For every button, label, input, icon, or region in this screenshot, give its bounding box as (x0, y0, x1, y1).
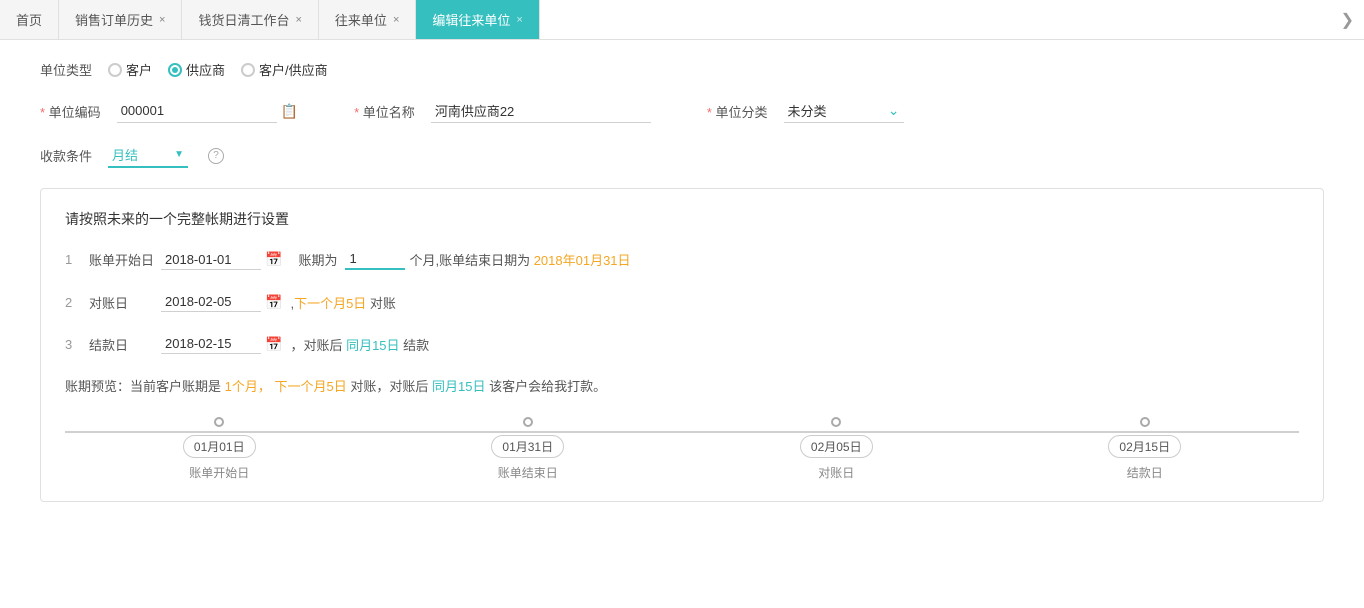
tab-home[interactable]: 首页 (0, 0, 59, 39)
period-months-input[interactable] (345, 249, 405, 270)
unit-info-row: 单位编码 📋 单位名称 单位分类 未分类 ⌄ (40, 99, 1324, 123)
radio-both[interactable]: 客户/供应商 (241, 60, 328, 79)
main-content: 单位类型 客户供应商客户/供应商 单位编码 📋 单位名称 单位分类 未分类 ⌄ … (0, 40, 1364, 608)
timeline-date-2: 02月05日 (800, 435, 873, 458)
unit-category-value: 未分类 (788, 101, 882, 120)
unit-type-radio-group: 客户 供应商 客户/供应商 (108, 60, 328, 79)
preview-middle: 对账，对账后 (350, 379, 432, 394)
period-num-2: 2 (65, 295, 89, 310)
tab-close-icon-edit-partner[interactable]: × (516, 14, 522, 26)
timeline-label-3: 结款日 (1127, 464, 1163, 481)
timeline-dot-1 (523, 417, 533, 427)
period-label-2: 对账日 (89, 293, 161, 312)
timeline: 01月01日账单开始日01月31日账单结束日02月05日对账日02月15日结款日 (65, 417, 1299, 481)
calendar-icon-1[interactable]: 📅 (265, 251, 282, 268)
tab-close-icon-cash-work[interactable]: × (295, 14, 301, 26)
unit-category-label: 单位分类 (707, 102, 768, 121)
timeline-date-3: 02月15日 (1108, 435, 1181, 458)
tab-label-cash-work: 钱货日清工作台 (198, 10, 289, 29)
radio-label-customer: 客户 (126, 60, 152, 79)
period-label-1: 账单开始日 (89, 250, 161, 269)
timeline-item-0: 01月01日账单开始日 (65, 417, 374, 481)
unit-type-row: 单位类型 客户 供应商 客户/供应商 (40, 60, 1324, 79)
calendar-icon-3[interactable]: 📅 (265, 336, 282, 353)
tab-arrow-right[interactable]: ❯ (1331, 0, 1364, 39)
unit-code-label: 单位编码 (40, 102, 101, 121)
copy-icon[interactable]: 📋 (281, 103, 298, 120)
radio-circle-both (241, 63, 255, 77)
period-num-3: 3 (65, 337, 89, 352)
radio-customer[interactable]: 客户 (108, 60, 152, 79)
period-suffix-after-1: 个月,账单结束日期为 2018年01月31日 (409, 250, 630, 269)
period-highlight-2: 下一个月5日 (294, 296, 366, 311)
period-highlight-3: 同月15日 (346, 338, 399, 353)
preview-part3: 同月15日 (432, 379, 485, 394)
timeline-dot-3 (1140, 417, 1150, 427)
unit-code-input[interactable] (117, 99, 277, 123)
period-suffix-before-1: 账期为 (298, 250, 337, 269)
period-date-3[interactable] (161, 334, 261, 354)
period-suffix-2: ,下一个月5日 对账 (290, 293, 395, 312)
period-row-3: 3 结款日 📅 ，对账后 同月15日 结款 (65, 334, 1299, 354)
payment-condition-value: 月结 (112, 145, 168, 164)
period-row-1: 1 账单开始日 📅 账期为 个月,账单结束日期为 2018年01月31日 (65, 249, 1299, 270)
period-end-date-1: 2018年01月31日 (534, 253, 631, 268)
tab-label-home: 首页 (16, 10, 42, 29)
preview-prefix: 账期预览：当前客户账期是 (65, 379, 221, 394)
preview-part2: 下一个月5日 (275, 379, 347, 394)
timeline-item-1: 01月31日账单结束日 (374, 417, 683, 481)
payment-condition-label: 收款条件 (40, 146, 92, 165)
timeline-label-0: 账单开始日 (189, 464, 249, 481)
timeline-item-3: 02月15日结款日 (991, 417, 1300, 481)
unit-category-arrow-icon: ⌄ (888, 102, 900, 119)
radio-circle-customer (108, 63, 122, 77)
period-row-2: 2 对账日 📅 ,下一个月5日 对账 (65, 292, 1299, 312)
preview-text: 账期预览：当前客户账期是 1个月， 下一个月5日 对账，对账后 同月15日 该客… (65, 376, 1299, 395)
period-date-2[interactable] (161, 292, 261, 312)
help-icon[interactable]: ? (208, 148, 224, 164)
timeline-label-2: 对账日 (818, 464, 854, 481)
period-date-1[interactable] (161, 250, 261, 270)
payment-condition-arrow-icon: ▼ (174, 149, 184, 160)
radio-circle-supplier (168, 63, 182, 77)
period-box: 请按照未来的一个完整帐期进行设置 1 账单开始日 📅 账期为 个月,账单结束日期… (40, 188, 1324, 502)
timeline-dot-2 (831, 417, 841, 427)
unit-name-label: 单位名称 (354, 102, 415, 121)
timeline-item-2: 02月05日对账日 (682, 417, 991, 481)
preview-section: 账期预览：当前客户账期是 1个月， 下一个月5日 对账，对账后 同月15日 该客… (65, 376, 1299, 481)
period-title: 请按照未来的一个完整帐期进行设置 (65, 209, 1299, 229)
tab-partner-list[interactable]: 往来单位 × (319, 0, 416, 39)
timeline-date-0: 01月01日 (183, 435, 256, 458)
unit-name-input[interactable] (431, 99, 651, 123)
tab-label-partner-list: 往来单位 (335, 10, 387, 29)
radio-label-both: 客户/供应商 (259, 60, 328, 79)
tab-sales-history[interactable]: 销售订单历史 × (59, 0, 182, 39)
tab-label-edit-partner: 编辑往来单位 (432, 10, 510, 29)
unit-type-label: 单位类型 (40, 60, 92, 79)
tab-edit-partner[interactable]: 编辑往来单位 × (416, 0, 539, 39)
timeline-dot-0 (214, 417, 224, 427)
tab-label-sales-history: 销售订单历史 (75, 10, 153, 29)
unit-code-wrap: 📋 (117, 99, 298, 123)
timeline-label-1: 账单结束日 (498, 464, 558, 481)
period-num-1: 1 (65, 252, 89, 267)
tab-close-icon-sales-history[interactable]: × (159, 14, 165, 26)
radio-label-supplier: 供应商 (186, 60, 225, 79)
preview-suffix2: 该客户会给我打款。 (489, 379, 606, 394)
period-label-3: 结款日 (89, 335, 161, 354)
timeline-date-1: 01月31日 (491, 435, 564, 458)
tab-bar: 首页 销售订单历史 × 钱货日清工作台 × 往来单位 × 编辑往来单位 × ❯ (0, 0, 1364, 40)
payment-condition-row: 收款条件 月结 ▼ ? (40, 143, 1324, 168)
calendar-icon-2[interactable]: 📅 (265, 294, 282, 311)
unit-name-wrap (431, 99, 651, 123)
tab-close-icon-partner-list[interactable]: × (393, 14, 399, 26)
radio-supplier[interactable]: 供应商 (168, 60, 225, 79)
tab-cash-work[interactable]: 钱货日清工作台 × (182, 0, 318, 39)
preview-part1: 1个月， (225, 379, 271, 394)
unit-category-select[interactable]: 未分类 ⌄ (784, 99, 904, 123)
period-suffix-3: ，对账后 同月15日 结款 (290, 335, 429, 354)
payment-condition-select[interactable]: 月结 ▼ (108, 143, 188, 168)
